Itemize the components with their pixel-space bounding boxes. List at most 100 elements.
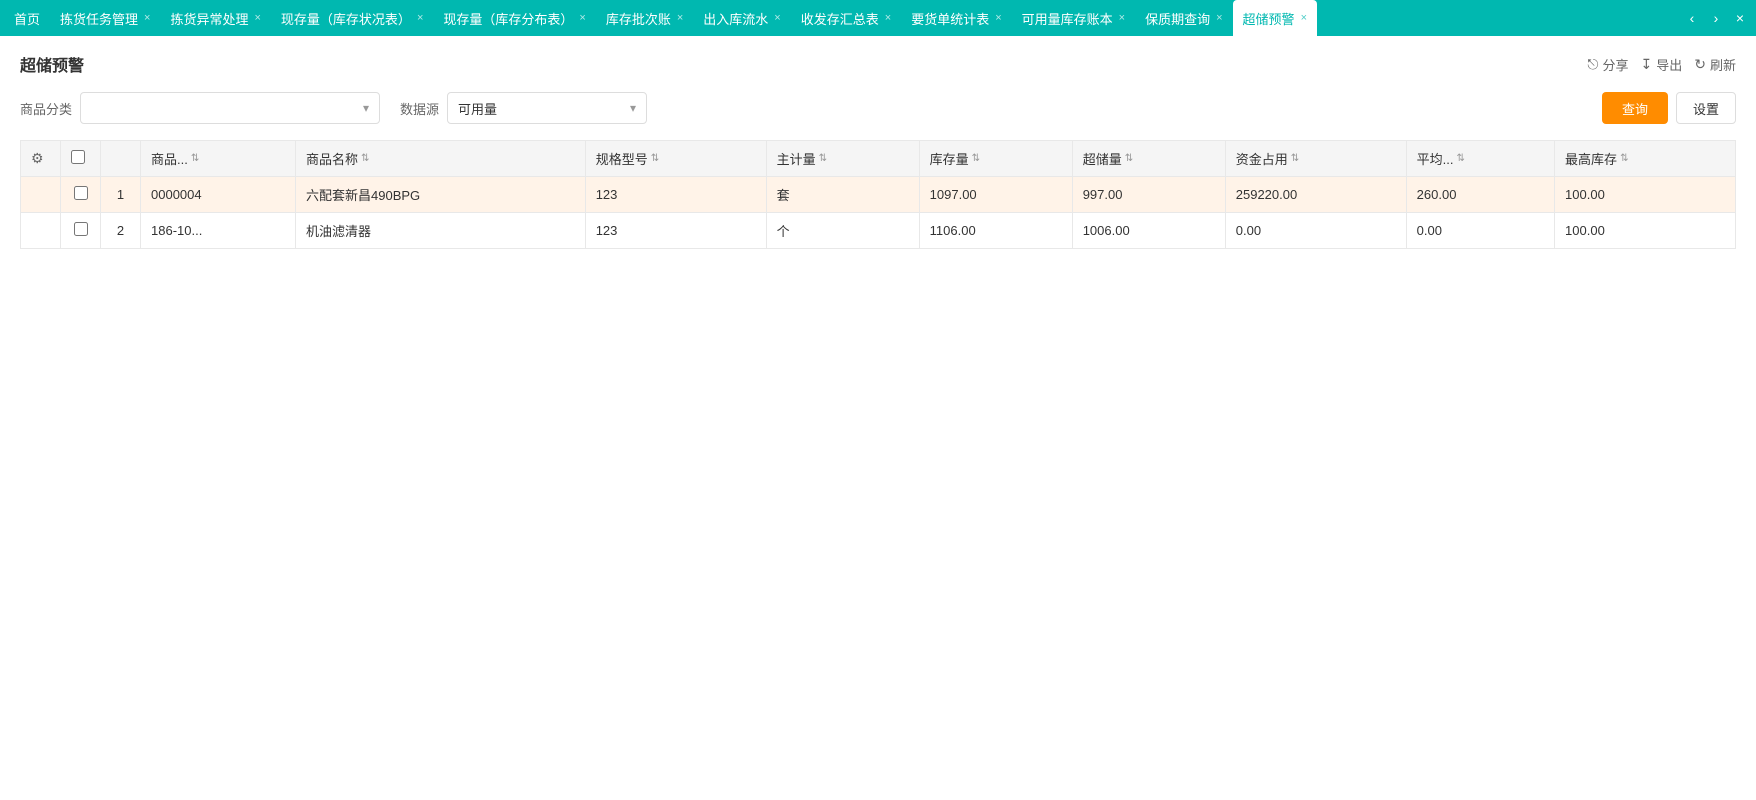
sort-name-icon: ⇅ bbox=[361, 153, 369, 164]
sort-capital[interactable]: 资金占用 ⇅ bbox=[1236, 149, 1299, 168]
nav-item-5[interactable]: 库存批次账 × bbox=[596, 0, 693, 36]
nav-item-close-7[interactable]: × bbox=[885, 12, 891, 24]
th-code-label: 商品... bbox=[151, 149, 188, 168]
sort-unit[interactable]: 主计量 ⇅ bbox=[777, 149, 827, 168]
row-average-1: 0.00 bbox=[1406, 213, 1554, 249]
share-action[interactable]: ⎋ 分享 bbox=[1587, 55, 1628, 74]
th-stock: 库存量 ⇅ bbox=[919, 141, 1072, 177]
row-capital-0: 259220.00 bbox=[1225, 177, 1406, 213]
category-select[interactable]: ▾ bbox=[80, 92, 380, 124]
nav-item-3[interactable]: 现存量（库存状况表） × bbox=[271, 0, 433, 36]
nav-item-10[interactable]: 保质期查询 × bbox=[1135, 0, 1232, 36]
nav-item-1[interactable]: 拣货任务管理 × bbox=[50, 0, 160, 36]
nav-item-label-11: 超储预警 bbox=[1243, 9, 1295, 28]
nav-item-close-3[interactable]: × bbox=[417, 12, 423, 24]
nav-item-9[interactable]: 可用量库存账本× bbox=[1012, 0, 1135, 36]
filter-row: 商品分类 ▾ 数据源 可用量 ▾ 查询 设置 bbox=[20, 92, 1736, 124]
th-average-label: 平均... bbox=[1417, 149, 1454, 168]
export-icon: ↧ bbox=[1641, 56, 1653, 73]
nav-item-close-1[interactable]: × bbox=[144, 12, 150, 24]
sort-maxstock-icon: ⇅ bbox=[1620, 153, 1628, 164]
export-action[interactable]: ↧ 导出 bbox=[1641, 55, 1683, 74]
sort-name[interactable]: 商品名称 ⇅ bbox=[306, 149, 369, 168]
row-unit-1: 个 bbox=[766, 213, 919, 249]
nav-item-label-2: 拣货异常处理 bbox=[170, 9, 248, 28]
nav-next-arrow[interactable]: › bbox=[1704, 0, 1728, 36]
share-label: 分享 bbox=[1602, 55, 1628, 74]
th-code: 商品... ⇅ bbox=[141, 141, 296, 177]
query-button[interactable]: 查询 bbox=[1602, 92, 1668, 124]
category-label: 商品分类 bbox=[20, 99, 72, 118]
nav-item-close-4[interactable]: × bbox=[579, 12, 585, 24]
row-checkbox-1[interactable] bbox=[74, 222, 88, 236]
refresh-label: 刷新 bbox=[1710, 55, 1736, 74]
th-unit: 主计量 ⇅ bbox=[766, 141, 919, 177]
nav-item-label-10: 保质期查询 bbox=[1145, 9, 1210, 28]
nav-item-close-9[interactable]: × bbox=[1119, 12, 1125, 24]
nav-item-label-3: 现存量（库存状况表） bbox=[281, 9, 411, 28]
datasource-select[interactable]: 可用量 ▾ bbox=[447, 92, 647, 124]
row-checkbox-cell-1 bbox=[61, 213, 101, 249]
th-average: 平均... ⇅ bbox=[1406, 141, 1554, 177]
nav-item-close-5[interactable]: × bbox=[677, 12, 683, 24]
sort-stock[interactable]: 库存量 ⇅ bbox=[930, 149, 980, 168]
table-body: 1 0000004 六配套新昌490BPG 123 套 1097.00 997.… bbox=[21, 177, 1736, 249]
th-stock-label: 库存量 bbox=[930, 149, 969, 168]
nav-item-8[interactable]: 要货单统计表× bbox=[901, 0, 1011, 36]
row-spec-1: 123 bbox=[585, 213, 766, 249]
datasource-dropdown-icon: ▾ bbox=[630, 101, 636, 115]
header-actions: ⎋ 分享 ↧ 导出 ↻ 刷新 bbox=[1587, 55, 1736, 74]
datasource-select-value: 可用量 bbox=[458, 99, 497, 118]
nav-item-6[interactable]: 出入库流水× bbox=[693, 0, 790, 36]
data-table: ⚙ 商品... ⇅ 商品名称 ⇅ bbox=[20, 140, 1736, 249]
nav-item-0[interactable]: 首页 bbox=[4, 0, 50, 36]
nav-item-close-11[interactable]: × bbox=[1301, 12, 1307, 24]
share-icon: ⎋ bbox=[1587, 56, 1598, 73]
th-gear: ⚙ bbox=[21, 141, 61, 177]
row-capital-1: 0.00 bbox=[1225, 213, 1406, 249]
sort-overstock[interactable]: 超储量 ⇅ bbox=[1083, 149, 1133, 168]
export-label: 导出 bbox=[1656, 55, 1682, 74]
th-checkbox bbox=[61, 141, 101, 177]
row-gear-0 bbox=[21, 177, 61, 213]
th-num bbox=[101, 141, 141, 177]
row-gear-1 bbox=[21, 213, 61, 249]
nav-prev-arrow[interactable]: ‹ bbox=[1680, 0, 1704, 36]
th-unit-label: 主计量 bbox=[777, 149, 816, 168]
gear-icon[interactable]: ⚙ bbox=[31, 150, 44, 166]
nav-item-close-6[interactable]: × bbox=[774, 12, 780, 24]
filter-buttons: 查询 设置 bbox=[1602, 92, 1736, 124]
row-stock-1: 1106.00 bbox=[919, 213, 1072, 249]
nav-item-7[interactable]: 收发存汇总表× bbox=[791, 0, 901, 36]
settings-button[interactable]: 设置 bbox=[1676, 92, 1736, 124]
nav-item-close-8[interactable]: × bbox=[995, 12, 1001, 24]
select-all-checkbox[interactable] bbox=[71, 150, 85, 164]
page-header: 超储预警 ⎋ 分享 ↧ 导出 ↻ 刷新 bbox=[20, 52, 1736, 76]
page-content: 超储预警 ⎋ 分享 ↧ 导出 ↻ 刷新 商品分类 ▾ 数据源 bbox=[0, 36, 1756, 800]
row-code-1: 186-10... bbox=[141, 213, 296, 249]
th-maxstock-label: 最高库存 bbox=[1565, 149, 1617, 168]
nav-item-close-10[interactable]: × bbox=[1216, 12, 1222, 24]
sort-code[interactable]: 商品... ⇅ bbox=[151, 149, 199, 168]
th-overstock-label: 超储量 bbox=[1083, 149, 1122, 168]
nav-item-label-1: 拣货任务管理 bbox=[60, 9, 138, 28]
row-checkbox-cell-0 bbox=[61, 177, 101, 213]
th-maxstock: 最高库存 ⇅ bbox=[1555, 141, 1736, 177]
sort-average[interactable]: 平均... ⇅ bbox=[1417, 149, 1465, 168]
row-stock-0: 1097.00 bbox=[919, 177, 1072, 213]
sort-stock-icon: ⇅ bbox=[972, 153, 980, 164]
nav-item-2[interactable]: 拣货异常处理 × bbox=[160, 0, 270, 36]
nav-item-11[interactable]: 超储预警 × bbox=[1233, 0, 1317, 36]
sort-maxstock[interactable]: 最高库存 ⇅ bbox=[1565, 149, 1628, 168]
th-spec: 规格型号 ⇅ bbox=[585, 141, 766, 177]
sort-spec[interactable]: 规格型号 ⇅ bbox=[596, 149, 659, 168]
nav-item-close-2[interactable]: × bbox=[254, 12, 260, 24]
row-maxstock-0: 100.00 bbox=[1555, 177, 1736, 213]
nav-close-arrow[interactable]: × bbox=[1728, 0, 1752, 36]
row-num-1: 2 bbox=[101, 213, 141, 249]
row-spec-0: 123 bbox=[585, 177, 766, 213]
nav-item-label-5: 库存批次账 bbox=[606, 9, 671, 28]
nav-item-4[interactable]: 现存量（库存分布表）× bbox=[433, 0, 595, 36]
refresh-action[interactable]: ↻ 刷新 bbox=[1694, 55, 1736, 74]
row-checkbox-0[interactable] bbox=[74, 186, 88, 200]
